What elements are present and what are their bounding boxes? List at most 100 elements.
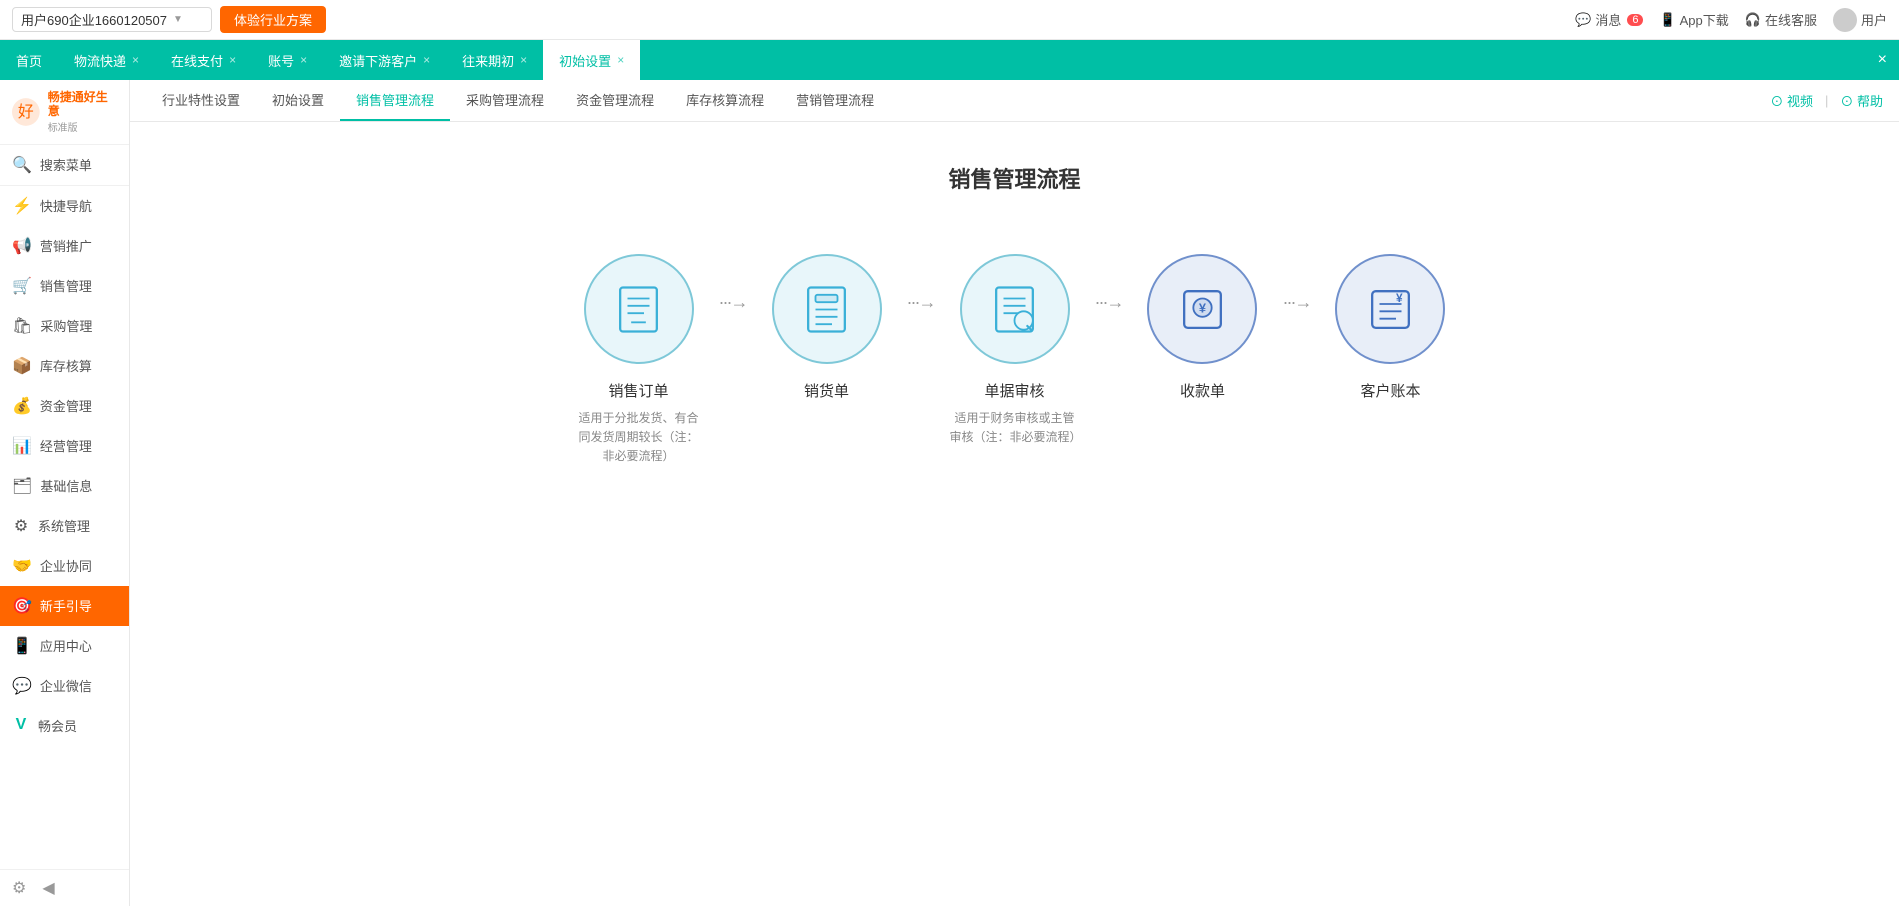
inventory-icon: 📦 (12, 356, 32, 376)
step-order-name: 销售订单 (609, 380, 669, 401)
sidebar-item-finance[interactable]: 💰 资金管理 (0, 386, 129, 426)
delivery-icon (799, 282, 854, 337)
finance-icon: 💰 (12, 396, 32, 416)
content-tabs-left: 行业特性设置 初始设置 销售管理流程 采购管理流程 资金管理流程 库存核算流程 (146, 80, 890, 121)
nav-account[interactable]: 账号 × (252, 40, 323, 80)
sidebar-item-sales[interactable]: 🛒 销售管理 (0, 266, 129, 306)
sidebar-item-marketing[interactable]: 📢 营销推广 (0, 226, 129, 266)
service-item[interactable]: 🎧 在线客服 (1745, 10, 1817, 29)
message-badge: 6 (1627, 14, 1643, 26)
marketing-label: 营销推广 (40, 236, 92, 255)
sidebar-item-operation[interactable]: 📊 经营管理 (0, 426, 129, 466)
tab-industry[interactable]: 行业特性设置 (146, 80, 256, 121)
video-link[interactable]: ⊙ 视频 (1770, 91, 1813, 110)
payment-icon: ¥ (1175, 282, 1230, 337)
nav-logistics[interactable]: 物流快递 × (58, 40, 155, 80)
order-icon (611, 282, 666, 337)
flow-arrow-3: ···→ (1095, 254, 1123, 313)
svg-text:¥: ¥ (1199, 300, 1207, 315)
step-ledger-circle[interactable]: ¥ (1335, 254, 1445, 364)
message-icon: 💬 (1575, 12, 1591, 28)
nav-account-label: 账号 (268, 51, 294, 70)
step-review-name: 单据审核 (984, 380, 1044, 401)
trial-button[interactable]: 体验行业方案 (220, 6, 326, 33)
user-item[interactable]: 用户 (1833, 8, 1887, 32)
sidebar-logo: 好 畅捷通好生意 标准版 (0, 80, 129, 145)
sidebar-item-appstore[interactable]: 📱 应用中心 (0, 626, 129, 666)
settings-icon[interactable]: ⚙ (12, 878, 26, 898)
top-bar-right: 💬 消息 6 📱 App下载 🎧 在线客服 用户 (1575, 8, 1887, 32)
finance-label: 资金管理 (40, 396, 92, 415)
nav-logistics-close[interactable]: × (132, 53, 139, 67)
appstore-label: 应用中心 (40, 636, 92, 655)
step-delivery-circle[interactable] (772, 254, 882, 364)
message-item[interactable]: 💬 消息 6 (1575, 10, 1643, 29)
step-payment-circle[interactable]: ¥ (1147, 254, 1257, 364)
sidebar-search[interactable]: 🔍 搜索菜单 (0, 145, 129, 186)
step-review-circle[interactable] (960, 254, 1070, 364)
tab-marketing-flow-label: 营销管理流程 (796, 93, 874, 108)
app-label: App下载 (1680, 10, 1729, 29)
nav-period-close[interactable]: × (520, 53, 527, 67)
company-select[interactable]: 用户690企业1660120507 ▼ (12, 7, 212, 32)
tab-sales-flow[interactable]: 销售管理流程 (340, 80, 450, 121)
nav-logistics-label: 物流快递 (74, 51, 126, 70)
sidebar-item-system[interactable]: ⚙ 系统管理 (0, 506, 129, 546)
sidebar-item-guide[interactable]: 🎯 新手引导 (0, 586, 129, 626)
tab-purchase-flow[interactable]: 采购管理流程 (450, 80, 560, 121)
tab-inventory-flow-label: 库存核算流程 (686, 93, 764, 108)
nav-account-close[interactable]: × (300, 53, 307, 67)
nav-home[interactable]: 首页 (0, 40, 58, 80)
nav-period-label: 往来期初 (462, 51, 514, 70)
help-link[interactable]: ⊙ 帮助 (1840, 91, 1883, 110)
sidebar-item-inventory[interactable]: 📦 库存核算 (0, 346, 129, 386)
purchase-label: 采购管理 (40, 316, 92, 335)
service-label: 在线客服 (1765, 10, 1817, 29)
app-icon: 📱 (1659, 12, 1675, 28)
search-icon: 🔍 (12, 155, 32, 175)
service-icon: 🎧 (1745, 12, 1761, 28)
operation-icon: 📊 (12, 436, 32, 456)
sidebar-item-basic[interactable]: 🗂 基础信息 (0, 466, 129, 506)
step-order-circle[interactable] (584, 254, 694, 364)
user-avatar (1833, 8, 1857, 32)
nav-init-close[interactable]: × (617, 53, 624, 67)
sidebar-item-purchase[interactable]: 🛍 采购管理 (0, 306, 129, 346)
sidebar-item-wechat[interactable]: 💬 企业微信 (0, 666, 129, 706)
tab-finance-flow-label: 资金管理流程 (576, 93, 654, 108)
step-review-desc: 适用于财务审核或主管审核（注：非必要流程） (950, 409, 1080, 447)
nav-init[interactable]: 初始设置 × (543, 40, 640, 80)
nav-payment[interactable]: 在线支付 × (155, 40, 252, 80)
flow-step-payment: ¥ 收款单 (1122, 254, 1282, 409)
sidebar-item-vip[interactable]: V 畅会员 (0, 706, 129, 745)
content-area: 行业特性设置 初始设置 销售管理流程 采购管理流程 资金管理流程 库存核算流程 (130, 80, 1899, 906)
nav-invite[interactable]: 邀请下游客户 × (323, 40, 446, 80)
top-bar: 用户690企业1660120507 ▼ 体验行业方案 💬 消息 6 📱 App下… (0, 0, 1899, 40)
tab-finance-flow[interactable]: 资金管理流程 (560, 80, 670, 121)
tab-initial[interactable]: 初始设置 (256, 80, 340, 121)
nav-invite-close[interactable]: × (423, 53, 430, 67)
ledger-icon: ¥ (1363, 282, 1418, 337)
wechat-label: 企业微信 (40, 676, 92, 695)
top-bar-left: 用户690企业1660120507 ▼ 体验行业方案 (12, 6, 326, 33)
tab-inventory-flow[interactable]: 库存核算流程 (670, 80, 780, 121)
nav-period[interactable]: 往来期初 × (446, 40, 543, 80)
tab-marketing-flow[interactable]: 营销管理流程 (780, 80, 890, 121)
flow-arrow-4: ···→ (1282, 254, 1310, 313)
sidebar-item-collab[interactable]: 🤝 企业协同 (0, 546, 129, 586)
app-download-item[interactable]: 📱 App下载 (1659, 10, 1728, 29)
svg-text:¥: ¥ (1396, 291, 1403, 305)
logo-title: 畅捷通好生意 (48, 90, 119, 119)
message-label: 消息 (1595, 10, 1621, 29)
main-layout: 好 畅捷通好生意 标准版 🔍 搜索菜单 ⚡ 快捷导航 📢 营销推广 🛒 销售管理… (0, 80, 1899, 906)
logo-text-block: 畅捷通好生意 标准版 (48, 90, 119, 134)
sales-icon: 🛒 (12, 276, 32, 296)
collapse-icon[interactable]: ◀ (42, 878, 54, 898)
vip-label: 畅会员 (38, 716, 77, 735)
sidebar-item-quicknav[interactable]: ⚡ 快捷导航 (0, 186, 129, 226)
system-icon: ⚙ (12, 516, 30, 536)
nav-close-all-button[interactable]: × (1878, 51, 1887, 69)
quicknav-icon: ⚡ (12, 196, 32, 216)
logo-sub: 标准版 (48, 119, 119, 134)
nav-payment-close[interactable]: × (229, 53, 236, 67)
